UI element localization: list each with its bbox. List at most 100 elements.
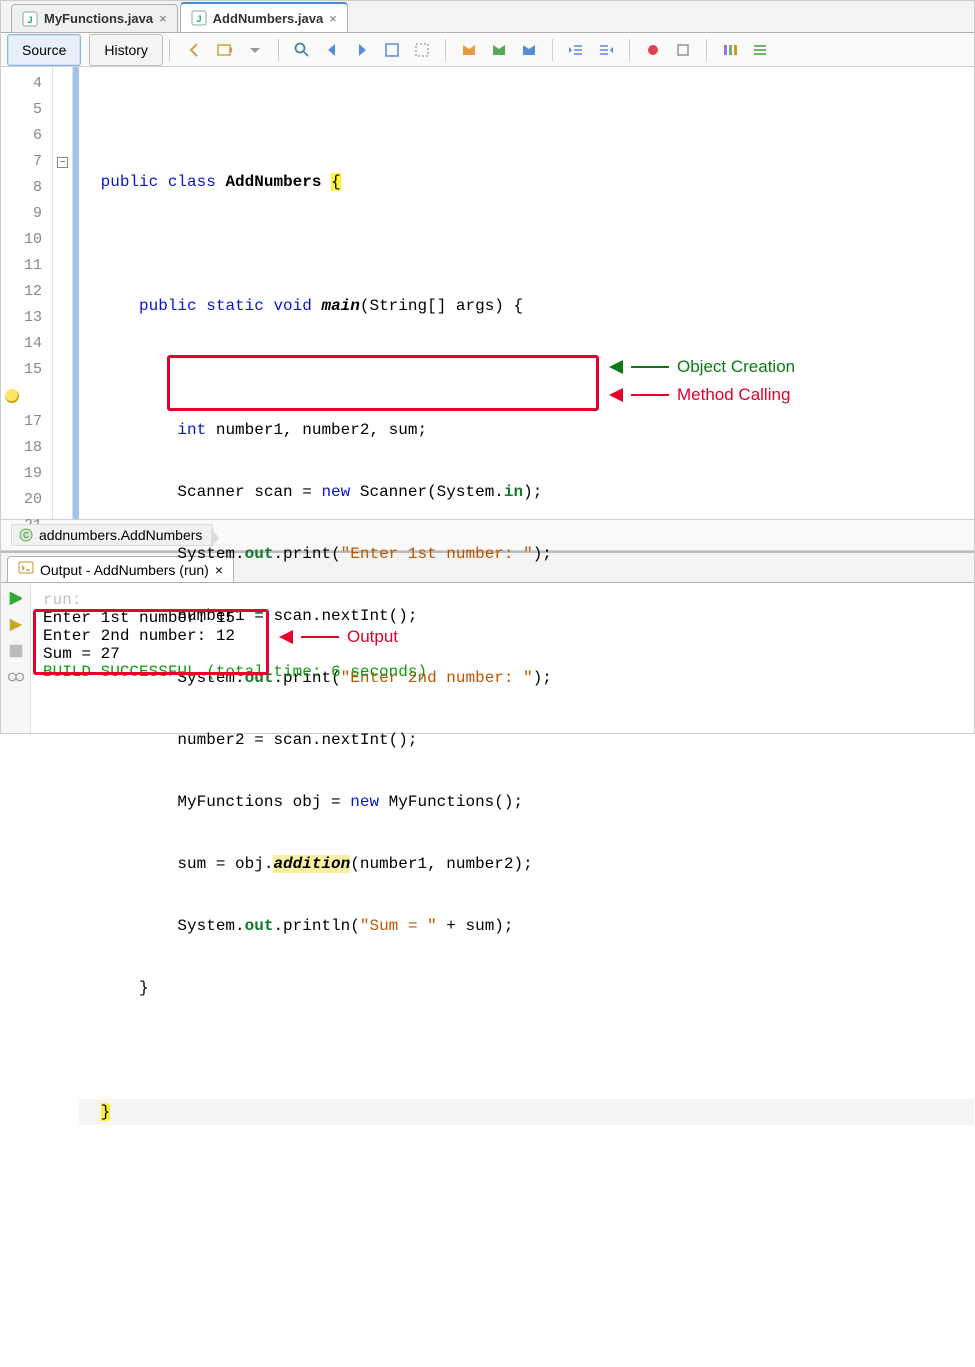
code-text: new bbox=[350, 793, 379, 811]
lightbulb-icon[interactable] bbox=[1, 383, 52, 409]
blue-shape-icon[interactable] bbox=[518, 39, 540, 61]
code-editor[interactable]: 4 5 6 7 8 9 10 11 12 13 14 15 17 18 19 2… bbox=[1, 67, 974, 519]
code-text: Scanner scan = bbox=[177, 483, 321, 501]
line-number: 11 bbox=[1, 253, 52, 279]
annotation-output: Output bbox=[279, 627, 398, 647]
nav-back-icon[interactable] bbox=[184, 39, 206, 61]
line-number: 17 bbox=[1, 409, 52, 435]
box-select-icon[interactable] bbox=[381, 39, 403, 61]
separator bbox=[445, 39, 446, 61]
shift-right-icon[interactable] bbox=[595, 39, 617, 61]
separator bbox=[629, 39, 630, 61]
record-icon[interactable] bbox=[642, 39, 664, 61]
code-text: sum = obj. bbox=[177, 855, 273, 873]
separator bbox=[552, 39, 553, 61]
code-text: .print( bbox=[273, 545, 340, 563]
shift-left-icon[interactable] bbox=[565, 39, 587, 61]
code-text: (number1, number2); bbox=[350, 855, 532, 873]
green-shape-icon[interactable] bbox=[488, 39, 510, 61]
breadcrumb-label: addnumbers.AddNumbers bbox=[39, 527, 202, 543]
code-text: + sum); bbox=[437, 917, 514, 935]
next-arrow-icon[interactable] bbox=[351, 39, 373, 61]
code-text: .println( bbox=[273, 917, 359, 935]
close-icon[interactable]: × bbox=[329, 11, 337, 26]
line-number-gutter: 4 5 6 7 8 9 10 11 12 13 14 15 17 18 19 2… bbox=[1, 67, 53, 519]
terminal-icon bbox=[18, 560, 34, 579]
console-line: run: bbox=[43, 591, 962, 609]
code-text: AddNumbers bbox=[225, 173, 321, 191]
line-number: 4 bbox=[1, 71, 52, 97]
code-text: { bbox=[331, 173, 341, 191]
console-line: Sum = 27 bbox=[43, 645, 962, 663]
code-area[interactable]: public class AddNumbers { public static … bbox=[79, 67, 974, 519]
line-number: 5 bbox=[1, 97, 52, 123]
editor-toolbar: Source History bbox=[1, 33, 974, 67]
orange-shape-icon[interactable] bbox=[458, 39, 480, 61]
stop-run-button[interactable] bbox=[6, 641, 26, 661]
svg-text:J: J bbox=[196, 14, 201, 24]
rerun-button[interactable] bbox=[6, 589, 26, 609]
history-button[interactable]: History bbox=[89, 34, 163, 66]
code-text: } bbox=[101, 1103, 111, 1121]
line-number: 9 bbox=[1, 201, 52, 227]
run-button[interactable] bbox=[6, 615, 26, 635]
code-text: new bbox=[321, 483, 350, 501]
stop-icon[interactable] bbox=[672, 39, 694, 61]
code-text: class bbox=[168, 173, 216, 191]
separator bbox=[706, 39, 707, 61]
code-text: out bbox=[245, 917, 274, 935]
code-text: number1, number2, sum; bbox=[206, 421, 427, 439]
line-number: 18 bbox=[1, 435, 52, 461]
console-line: Enter 1st number: 15 bbox=[43, 609, 962, 627]
code-text: (String[] args) { bbox=[360, 297, 523, 315]
line-number: 6 bbox=[1, 123, 52, 149]
breadcrumb-item[interactable]: C addnumbers.AddNumbers bbox=[11, 524, 213, 546]
file-tab-myfunctions[interactable]: J MyFunctions.java × bbox=[11, 4, 178, 32]
source-button[interactable]: Source bbox=[7, 34, 81, 66]
code-text: main bbox=[321, 297, 359, 315]
fold-column: − bbox=[53, 67, 73, 519]
code-text: void bbox=[273, 297, 311, 315]
code-text: Scanner(System. bbox=[350, 483, 504, 501]
annotation-object-creation: Object Creation bbox=[609, 357, 795, 377]
line-number: 7 bbox=[1, 149, 52, 175]
code-text: ); bbox=[533, 545, 552, 563]
line-number: 13 bbox=[1, 305, 52, 331]
run-controls bbox=[1, 583, 31, 733]
annotation-method-calling: Method Calling bbox=[609, 385, 790, 405]
separator bbox=[169, 39, 170, 61]
dropdown-icon[interactable] bbox=[244, 39, 266, 61]
line-number: 12 bbox=[1, 279, 52, 305]
code-text: public bbox=[101, 173, 159, 191]
svg-text:C: C bbox=[23, 531, 29, 540]
bars-color-icon[interactable] bbox=[719, 39, 741, 61]
prev-arrow-icon[interactable] bbox=[321, 39, 343, 61]
annotation-label: Object Creation bbox=[677, 357, 795, 377]
console-output[interactable]: run: Enter 1st number: 15 Enter 2nd numb… bbox=[31, 583, 974, 733]
file-tab-label: MyFunctions.java bbox=[44, 11, 153, 26]
fold-toggle-icon[interactable]: − bbox=[57, 157, 68, 168]
code-text: MyFunctions obj = bbox=[177, 793, 350, 811]
line-number: 8 bbox=[1, 175, 52, 201]
line-number: 14 bbox=[1, 331, 52, 357]
close-icon[interactable]: × bbox=[159, 11, 167, 26]
code-text: "Sum = " bbox=[360, 917, 437, 935]
code-text: public bbox=[139, 297, 197, 315]
separator bbox=[278, 39, 279, 61]
annotation-label: Output bbox=[347, 627, 398, 647]
search-icon[interactable] bbox=[291, 39, 313, 61]
file-tab-addnumbers[interactable]: J AddNumbers.java × bbox=[180, 2, 348, 32]
code-text: System. bbox=[177, 917, 244, 935]
dashed-box-icon[interactable] bbox=[411, 39, 433, 61]
svg-text:J: J bbox=[27, 15, 32, 25]
line-number: 20 bbox=[1, 487, 52, 513]
file-tab-bar: J MyFunctions.java × J AddNumbers.java × bbox=[1, 1, 974, 33]
class-icon: C bbox=[18, 527, 34, 543]
code-text: addition bbox=[273, 855, 350, 873]
comment-lines-icon[interactable] bbox=[749, 39, 771, 61]
file-tab-label: AddNumbers.java bbox=[213, 11, 324, 26]
nav-fwd-icon[interactable] bbox=[214, 39, 236, 61]
annotation-label: Method Calling bbox=[677, 385, 790, 405]
line-number: 15 bbox=[1, 357, 52, 383]
settings-run-icon[interactable] bbox=[6, 667, 26, 687]
